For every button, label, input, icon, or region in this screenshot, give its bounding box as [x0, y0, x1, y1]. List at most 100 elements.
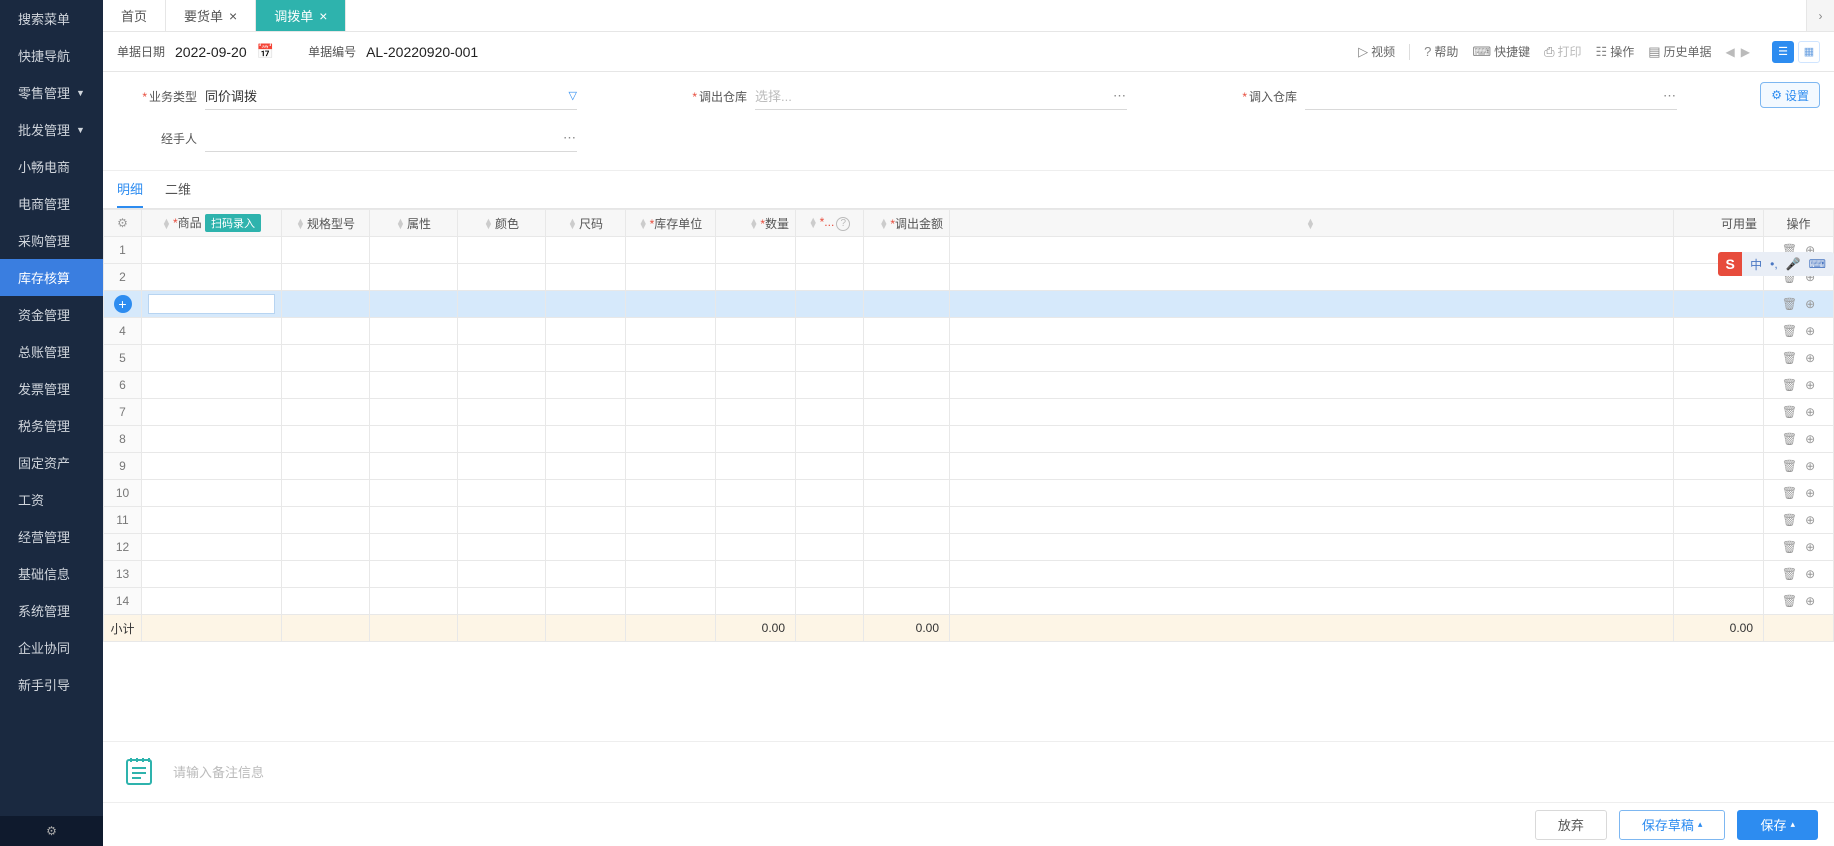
ime-keyboard-icon[interactable]: ⌨	[1809, 257, 1826, 271]
delete-row-icon[interactable]: 🗑	[1782, 486, 1797, 500]
sidebar-item-wholesale[interactable]: 批发管理▼	[0, 111, 103, 148]
add-row-button[interactable]: +	[114, 295, 132, 313]
tab-home[interactable]: 首页	[103, 0, 166, 31]
add-row-icon[interactable]: ⊕	[1805, 540, 1815, 554]
view-list[interactable]: ☰	[1772, 41, 1794, 63]
add-row-icon[interactable]: ⊕	[1805, 297, 1815, 311]
delete-row-icon[interactable]: 🗑	[1782, 378, 1797, 392]
tabs-more[interactable]: ›	[1806, 0, 1834, 31]
delete-row-icon[interactable]: 🗑	[1782, 459, 1797, 473]
next-doc[interactable]: ▶	[1741, 45, 1750, 59]
close-icon[interactable]: ×	[319, 8, 327, 24]
table-row[interactable]: 10🗑⊕	[104, 480, 1834, 507]
table-row[interactable]: 11🗑⊕	[104, 507, 1834, 534]
col-amount[interactable]: ▲▼*调出金额	[864, 210, 950, 237]
table-row[interactable]: 4🗑⊕	[104, 318, 1834, 345]
discard-button[interactable]: 放弃	[1535, 810, 1607, 840]
delete-row-icon[interactable]: 🗑	[1782, 540, 1797, 554]
add-row-icon[interactable]: ⊕	[1805, 513, 1815, 527]
add-row-icon[interactable]: ⊕	[1805, 486, 1815, 500]
more-icon[interactable]: ⋯	[563, 130, 577, 146]
delete-row-icon[interactable]: 🗑	[1782, 405, 1797, 419]
sidebar-item-purchase[interactable]: 采购管理	[0, 222, 103, 259]
add-row-icon[interactable]: ⊕	[1805, 459, 1815, 473]
field-biz-type[interactable]: *业务类型 同价调拨▽	[117, 82, 577, 110]
print-action[interactable]: ⎙打印	[1544, 43, 1581, 60]
tab-2d[interactable]: 二维	[165, 171, 191, 208]
add-row-icon[interactable]: ⊕	[1805, 594, 1815, 608]
col-available[interactable]: 可用量	[1674, 210, 1764, 237]
sidebar-item-ecom2[interactable]: 电商管理	[0, 185, 103, 222]
sidebar-item-ecom1[interactable]: 小畅电商	[0, 148, 103, 185]
prev-doc[interactable]: ◀	[1726, 45, 1735, 59]
more-icon[interactable]: ⋯	[1113, 88, 1127, 104]
table-row[interactable]: 12🗑⊕	[104, 534, 1834, 561]
add-row-icon[interactable]: ⊕	[1805, 351, 1815, 365]
col-qty[interactable]: ▲▼*数量	[716, 210, 796, 237]
col-settings[interactable]: ⚙	[104, 210, 142, 237]
settings-button[interactable]: ⚙设置	[1760, 82, 1820, 108]
table-row[interactable]: 5🗑⊕	[104, 345, 1834, 372]
add-row-icon[interactable]: ⊕	[1805, 324, 1815, 338]
video-action[interactable]: ▷视频	[1358, 43, 1395, 60]
close-icon[interactable]: ×	[229, 8, 237, 24]
table-row[interactable]: 14🗑⊕	[104, 588, 1834, 615]
sidebar-item-collab[interactable]: 企业协同	[0, 629, 103, 666]
shortcut-action[interactable]: ⌨快捷键	[1472, 43, 1530, 60]
col-spec[interactable]: ▲▼规格型号	[282, 210, 370, 237]
col-blank[interactable]: ▲▼	[950, 210, 1674, 237]
delete-row-icon[interactable]: 🗑	[1782, 297, 1797, 311]
ime-punct[interactable]: •,	[1770, 257, 1778, 271]
col-size[interactable]: ▲▼尺码	[546, 210, 626, 237]
product-input[interactable]	[148, 294, 275, 314]
table-row[interactable]: 2🗑⊕	[104, 264, 1834, 291]
sidebar-item-ledger[interactable]: 总账管理	[0, 333, 103, 370]
history-action[interactable]: ▤历史单据	[1648, 43, 1711, 60]
sidebar-item-guide[interactable]: 新手引导	[0, 666, 103, 703]
remarks-input[interactable]	[173, 765, 1818, 780]
delete-row-icon[interactable]: 🗑	[1782, 567, 1797, 581]
sidebar-item-quicknav[interactable]: 快捷导航	[0, 37, 103, 74]
view-grid[interactable]: ▦	[1798, 41, 1820, 63]
tab-request[interactable]: 要货单×	[166, 0, 256, 31]
table-row[interactable]: 13🗑⊕	[104, 561, 1834, 588]
col-product[interactable]: ▲▼*商品 扫码录入	[142, 210, 282, 237]
delete-row-icon[interactable]: 🗑	[1782, 432, 1797, 446]
help-action[interactable]: ?帮助	[1424, 43, 1458, 60]
tab-transfer[interactable]: 调拨单×	[256, 0, 346, 31]
add-row-icon[interactable]: ⊕	[1805, 378, 1815, 392]
table-row[interactable]: 7🗑⊕	[104, 399, 1834, 426]
delete-row-icon[interactable]: 🗑	[1782, 594, 1797, 608]
save-draft-button[interactable]: 保存草稿▴	[1619, 810, 1726, 840]
tab-detail[interactable]: 明细	[117, 171, 143, 208]
table-row[interactable]: 6🗑⊕	[104, 372, 1834, 399]
sidebar-item-search[interactable]: 搜索菜单	[0, 0, 103, 37]
ime-mic-icon[interactable]: 🎤	[1786, 257, 1801, 271]
calendar-icon[interactable]: 📅	[257, 43, 274, 60]
table-row[interactable]: 1🗑⊕	[104, 237, 1834, 264]
delete-row-icon[interactable]: 🗑	[1782, 351, 1797, 365]
field-in-warehouse[interactable]: *调入仓库 ⋯	[1217, 82, 1677, 110]
col-attr[interactable]: ▲▼属性	[370, 210, 458, 237]
sidebar-settings[interactable]: ⚙	[0, 816, 103, 846]
delete-row-icon[interactable]: 🗑	[1782, 324, 1797, 338]
field-handler[interactable]: 经手人 ⋯	[117, 124, 577, 152]
sidebar-item-inventory[interactable]: 库存核算	[0, 259, 103, 296]
sidebar-item-funds[interactable]: 资金管理	[0, 296, 103, 333]
add-row-icon[interactable]: ⊕	[1805, 432, 1815, 446]
sidebar-item-invoice[interactable]: 发票管理	[0, 370, 103, 407]
sidebar-item-salary[interactable]: 工资	[0, 481, 103, 518]
date-value[interactable]: 2022-09-20	[175, 44, 247, 60]
field-out-warehouse[interactable]: *调出仓库 选择...⋯	[667, 82, 1127, 110]
operate-action[interactable]: ☷操作	[1596, 43, 1635, 60]
table-row[interactable]: 9🗑⊕	[104, 453, 1834, 480]
sidebar-item-tax[interactable]: 税务管理	[0, 407, 103, 444]
col-unit[interactable]: ▲▼*库存单位	[626, 210, 716, 237]
table-row[interactable]: 8🗑⊕	[104, 426, 1834, 453]
add-row-icon[interactable]: ⊕	[1805, 405, 1815, 419]
more-icon[interactable]: ⋯	[1663, 88, 1677, 104]
sidebar-item-system[interactable]: 系统管理	[0, 592, 103, 629]
ime-lang[interactable]: 中	[1750, 256, 1762, 273]
ime-widget[interactable]: S 中 •, 🎤 ⌨	[1718, 252, 1834, 276]
scan-button[interactable]: 扫码录入	[205, 214, 261, 232]
